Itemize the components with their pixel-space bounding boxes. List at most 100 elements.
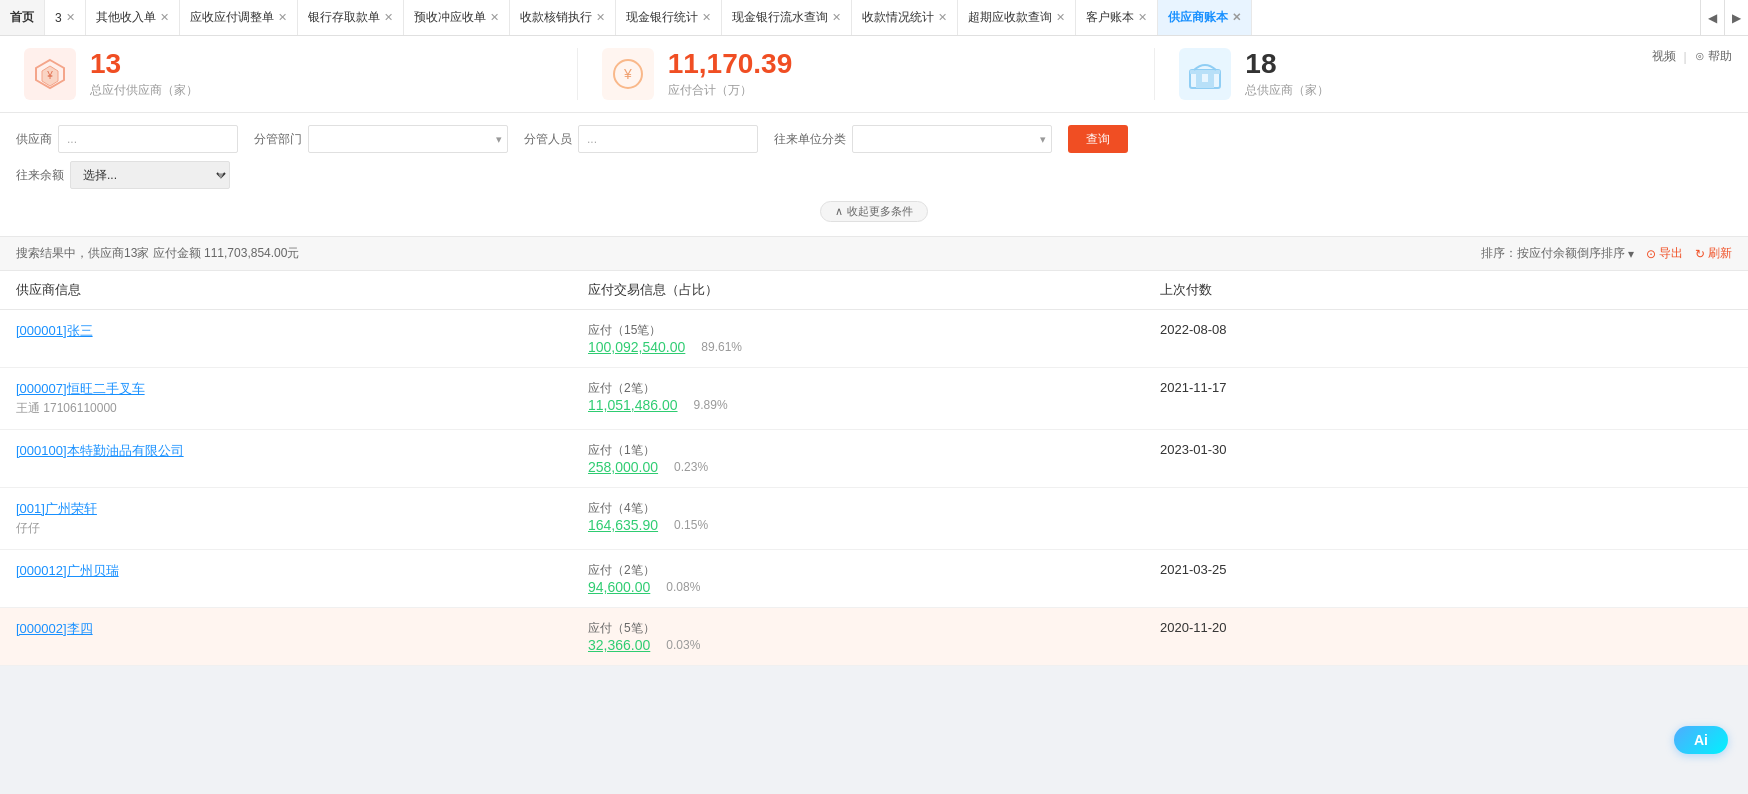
table-row: [000001]张三 应付（15笔） 100,092,540.00 89.61%… [0,310,1748,368]
sort-button[interactable]: 排序：按应付余额倒序排序 ▾ [1481,245,1634,262]
collapse-icon: ∧ [835,205,843,218]
payable-amount-1[interactable]: 11,051,486.00 [588,397,678,413]
nav-label-bank-deposit: 银行存取款单 [308,9,380,26]
nav-label-supplier-ledger: 供应商账本 [1168,9,1228,26]
nav-item-collection-exec[interactable]: 收款核销执行 ✕ [510,0,616,35]
filter-label-dept: 分管部门 [254,131,302,148]
payable-amount-2[interactable]: 258,000.00 [588,459,658,475]
category-select[interactable] [852,125,1052,153]
close-icon-supplier-ledger[interactable]: ✕ [1232,11,1241,24]
payable-label-0: 应付（15笔） [588,322,1160,339]
filter-item-balance: 往来余额 选择... [16,161,230,189]
close-icon-bank-deposit[interactable]: ✕ [384,11,393,24]
last-payment-1: 2021-11-17 [1160,380,1732,395]
nav-item-prepayment[interactable]: 预收冲应收单 ✕ [404,0,510,35]
nav-item-cash-flow-query[interactable]: 现金银行流水查询 ✕ [722,0,852,35]
nav-item-bank-deposit[interactable]: 银行存取款单 ✕ [298,0,404,35]
export-icon: ⊙ [1646,247,1656,261]
payable-amount-3[interactable]: 164,635.90 [588,517,658,533]
close-icon-collection-stats[interactable]: ✕ [938,11,947,24]
supplier-info-1: [000007]恒旺二手叉车 王通 17106110000 [16,380,588,417]
last-payment-5: 2020-11-20 [1160,620,1732,635]
nav-left-arrow[interactable]: ◀ [1700,0,1724,36]
close-icon-cash-bank-stats[interactable]: ✕ [702,11,711,24]
close-icon-tab2[interactable]: ✕ [66,11,75,24]
help-link[interactable]: ⊙ 帮助 [1695,48,1732,65]
nav-item-supplier-ledger[interactable]: 供应商账本 ✕ [1158,0,1252,35]
stat-block-total-suppliers: 18 总供应商（家） [1155,48,1732,100]
stat-label-payable-suppliers: 总应付供应商（家） [90,82,198,99]
table-container: 供应商信息 应付交易信息（占比） 上次付数 [000001]张三 应付（15笔）… [0,271,1748,666]
video-link[interactable]: 视频 [1652,48,1676,65]
result-actions: 排序：按应付余额倒序排序 ▾ ⊙ 导出 ↻ 刷新 [1481,245,1732,262]
nav-label-tab2: 3 [55,11,62,25]
refresh-button[interactable]: ↻ 刷新 [1695,245,1732,262]
nav-item-other-income[interactable]: 其他收入单 ✕ [86,0,180,35]
payable-info-5: 应付（5笔） 32,366.00 0.03% [588,620,1160,653]
nav-item-home[interactable]: 首页 [0,0,45,35]
close-icon-customer-ledger[interactable]: ✕ [1138,11,1147,24]
supplier-link-1[interactable]: [000007]恒旺二手叉车 [16,380,588,398]
close-icon-cash-flow-query[interactable]: ✕ [832,11,841,24]
svg-rect-8 [1190,70,1220,74]
header-actions: 视频 | ⊙ 帮助 [1652,48,1732,65]
stat-label-total-suppliers: 总供应商（家） [1245,82,1329,99]
stat-content-1: 13 总应付供应商（家） [90,49,198,99]
col-header-last-payment: 上次付数 [1160,281,1732,299]
supplier-link-0[interactable]: [000001]张三 [16,322,588,340]
collapse-section: ∧ 收起更多条件 [16,197,1732,228]
supplier-link-3[interactable]: [001]广州荣轩 [16,500,588,518]
collapse-label: 收起更多条件 [847,204,913,219]
close-icon-adjustment[interactable]: ✕ [278,11,287,24]
close-icon-collection-exec[interactable]: ✕ [596,11,605,24]
payable-label-4: 应付（2笔） [588,562,1160,579]
supplier-link-2[interactable]: [000100]本特勤油品有限公司 [16,442,588,460]
close-icon-other-income[interactable]: ✕ [160,11,169,24]
balance-select-wrapper: 选择... [70,161,230,189]
payable-amount-5[interactable]: 32,366.00 [588,637,650,653]
sort-label: 排序：按应付余额倒序排序 [1481,245,1625,262]
table-row: [001]广州荣轩 仔仔 应付（4笔） 164,635.90 0.15% [0,488,1748,550]
supplier-input[interactable] [58,125,238,153]
filter-label-balance: 往来余额 [16,167,64,184]
payable-info-4: 应付（2笔） 94,600.00 0.08% [588,562,1160,595]
result-bar: 搜索结果中，供应商13家 应付金额 111,703,854.00元 排序：按应付… [0,237,1748,271]
close-icon-prepayment[interactable]: ✕ [490,11,499,24]
category-select-wrapper [852,125,1052,153]
query-button[interactable]: 查询 [1068,125,1128,153]
dept-select[interactable] [308,125,508,153]
collapse-button[interactable]: ∧ 收起更多条件 [820,201,928,222]
filter-item-dept: 分管部门 [254,125,508,153]
payable-amount-4[interactable]: 94,600.00 [588,579,650,595]
divider: | [1684,50,1687,64]
supplier-info-4: [000012]广州贝瑞 [16,562,588,580]
nav-label-adjustment: 应收应付调整单 [190,9,274,26]
export-button[interactable]: ⊙ 导出 [1646,245,1683,262]
payable-amount-0[interactable]: 100,092,540.00 [588,339,685,355]
filter-item-person: 分管人员 [524,125,758,153]
nav-item-customer-ledger[interactable]: 客户账本 ✕ [1076,0,1158,35]
supplier-link-4[interactable]: [000012]广州贝瑞 [16,562,588,580]
supplier-link-5[interactable]: [000002]李四 [16,620,588,638]
payable-pct-1: 9.89% [694,398,728,412]
nav-item-cash-bank-stats[interactable]: 现金银行统计 ✕ [616,0,722,35]
balance-select[interactable]: 选择... [70,161,230,189]
close-icon-overdue-query[interactable]: ✕ [1056,11,1065,24]
nav-item-overdue-query[interactable]: 超期应收款查询 ✕ [958,0,1076,35]
nav-label-collection-exec: 收款核销执行 [520,9,592,26]
nav-item-adjustment[interactable]: 应收应付调整单 ✕ [180,0,298,35]
export-label: 导出 [1659,245,1683,262]
nav-label-customer-ledger: 客户账本 [1086,9,1134,26]
supplier-info-2: [000100]本特勤油品有限公司 [16,442,588,460]
payable-pct-3: 0.15% [674,518,708,532]
person-input[interactable] [578,125,758,153]
nav-right-arrow[interactable]: ▶ [1724,0,1748,36]
payable-label-3: 应付（4笔） [588,500,1160,517]
last-payment-0: 2022-08-08 [1160,322,1732,337]
result-info-text: 搜索结果中，供应商13家 应付金额 111,703,854.00元 [16,245,299,262]
nav-item-tab2[interactable]: 3 ✕ [45,0,86,35]
filter-label-person: 分管人员 [524,131,572,148]
nav-item-collection-stats[interactable]: 收款情况统计 ✕ [852,0,958,35]
stat-number-payable-suppliers: 13 [90,49,198,80]
nav-label-collection-stats: 收款情况统计 [862,9,934,26]
